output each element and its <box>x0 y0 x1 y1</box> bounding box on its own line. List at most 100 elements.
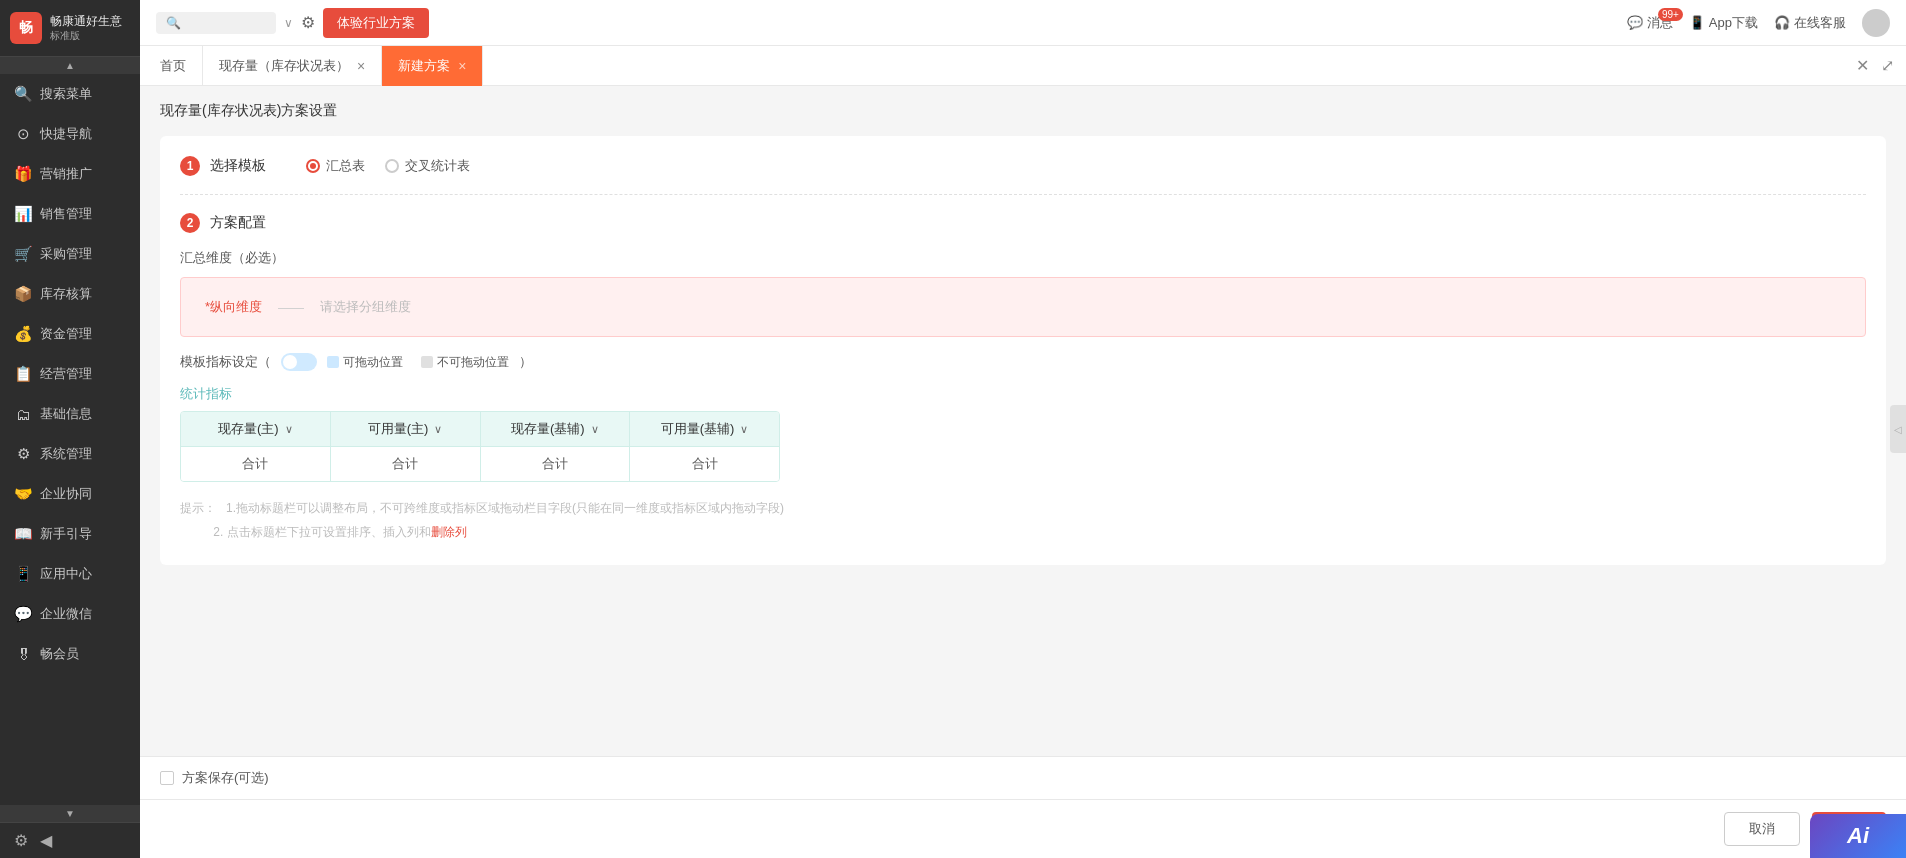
tab-new-scheme[interactable]: 新建方案 × <box>382 46 483 86</box>
tab-new-scheme-label: 新建方案 <box>398 57 450 75</box>
tips-section: 提示： 1.拖动标题栏可以调整布局，不可跨维度或指标区域拖动栏目字段(只能在同一… <box>180 498 1866 543</box>
save-option-row: 方案保存(可选) <box>140 756 1906 799</box>
sidebar-item-newbie[interactable]: 📖 新手引导 <box>0 514 140 554</box>
main-area: 🔍 ∨ ⚙ 体验行业方案 💬 消息 99+ 📱 App下载 🎧 在线客服 <box>140 0 1906 858</box>
newbie-icon: 📖 <box>14 525 32 543</box>
member-icon: 🎖 <box>14 645 32 663</box>
draggable-toggle[interactable] <box>281 353 317 371</box>
dimension-selector[interactable]: *纵向维度 —— 请选择分组维度 <box>180 277 1866 337</box>
messages-button[interactable]: 💬 消息 99+ <box>1627 14 1673 32</box>
right-panel-handle[interactable]: ◁ <box>1890 405 1906 453</box>
collapse-icon[interactable]: ◀ <box>40 831 52 850</box>
col-cell-1: 合计 <box>331 447 481 481</box>
sidebar-label-corp: 企业协同 <box>40 485 92 503</box>
col-header-label-2: 现存量(基辅) <box>511 420 585 438</box>
col-header-0[interactable]: 现存量(主) ∨ <box>181 412 331 446</box>
expand-icon[interactable]: ⤢ <box>1881 56 1894 75</box>
online-service-button[interactable]: 🎧 在线客服 <box>1774 14 1846 32</box>
logo-icon: 畅 <box>10 12 42 44</box>
radio-cross[interactable]: 交叉统计表 <box>385 157 470 175</box>
user-avatar[interactable] <box>1862 9 1890 37</box>
sidebar-label-purchase: 采购管理 <box>40 245 92 263</box>
shortcut-icon: ⊙ <box>14 125 32 143</box>
dropdown-chevron-icon[interactable]: ∨ <box>284 16 293 30</box>
sidebar-scroll-up[interactable]: ▲ <box>0 57 140 74</box>
sidebar-label-inventory: 库存核算 <box>40 285 92 303</box>
sidebar-item-finance[interactable]: 💰 资金管理 <box>0 314 140 354</box>
page-title: 现存量(库存状况表)方案设置 <box>160 102 1886 120</box>
trial-button[interactable]: 体验行业方案 <box>323 8 429 38</box>
sidebar-item-shortcut[interactable]: ⊙ 快捷导航 <box>0 114 140 154</box>
sidebar-label-search: 搜索菜单 <box>40 85 92 103</box>
save-checkbox[interactable] <box>160 771 174 785</box>
tab-inventory[interactable]: 现存量（库存状况表） × <box>203 46 382 86</box>
tab-new-scheme-close-icon[interactable]: × <box>458 58 466 74</box>
close-window-icon[interactable]: ✕ <box>1856 56 1869 75</box>
window-controls: ✕ ⤢ <box>1856 56 1906 75</box>
tab-home[interactable]: 首页 <box>140 46 203 86</box>
sidebar-scroll-down[interactable]: ▼ <box>0 805 140 822</box>
sidebar-item-apps[interactable]: 📱 应用中心 <box>0 554 140 594</box>
top-search-box[interactable]: 🔍 <box>156 12 276 34</box>
cancel-button[interactable]: 取消 <box>1724 812 1800 846</box>
template-radio-group: 汇总表 交叉统计表 <box>306 157 470 175</box>
footer-bar: 取消 查询 <box>140 799 1906 858</box>
app-name: 畅康通好生意 <box>50 13 122 30</box>
stats-label: 统计指标 <box>180 385 1866 403</box>
finance-icon: 💰 <box>14 325 32 343</box>
sidebar-item-inventory[interactable]: 📦 库存核算 <box>0 274 140 314</box>
col-header-2[interactable]: 现存量(基辅) ∨ <box>481 412 631 446</box>
sidebar-label-shortcut: 快捷导航 <box>40 125 92 143</box>
radio-summary-label: 汇总表 <box>326 157 365 175</box>
step1-title: 选择模板 <box>210 157 266 175</box>
sidebar-label-member: 畅会员 <box>40 645 79 663</box>
sidebar-item-basic-info[interactable]: 🗂 基础信息 <box>0 394 140 434</box>
stats-table-body: 合计 合计 合计 合计 <box>181 446 779 481</box>
sidebar-item-purchase[interactable]: 🛒 采购管理 <box>0 234 140 274</box>
wechat-icon: 💬 <box>14 605 32 623</box>
sidebar-item-sales[interactable]: 📊 销售管理 <box>0 194 140 234</box>
dimension-placeholder: 请选择分组维度 <box>320 298 411 316</box>
sidebar-item-wechat[interactable]: 💬 企业微信 <box>0 594 140 634</box>
ai-badge[interactable]: Ai <box>1810 814 1906 858</box>
col-chevron-2[interactable]: ∨ <box>591 423 599 436</box>
col-chevron-1[interactable]: ∨ <box>434 423 442 436</box>
tab-home-label: 首页 <box>160 57 186 75</box>
legend-draggable-label: 可拖动位置 <box>327 354 403 371</box>
tip-1: 提示： 1.拖动标题栏可以调整布局，不可跨维度或指标区域拖动栏目字段(只能在同一… <box>180 498 1866 520</box>
sidebar-item-operations[interactable]: 📋 经营管理 <box>0 354 140 394</box>
fixed-text: 不可拖动位置 <box>437 354 509 371</box>
radio-cross-circle <box>385 159 399 173</box>
app-download-button[interactable]: 📱 App下载 <box>1689 14 1758 32</box>
col-chevron-3[interactable]: ∨ <box>740 423 748 436</box>
dimension-dash: —— <box>278 300 304 315</box>
app-logo: 畅 畅康通好生意 标准版 <box>0 0 140 57</box>
system-icon: ⚙ <box>14 445 32 463</box>
col-chevron-0[interactable]: ∨ <box>285 423 293 436</box>
tab-inventory-close-icon[interactable]: × <box>357 58 365 74</box>
radio-summary[interactable]: 汇总表 <box>306 157 365 175</box>
app-download-label: App下载 <box>1709 14 1758 32</box>
sidebar-label-system: 系统管理 <box>40 445 92 463</box>
operations-icon: 📋 <box>14 365 32 383</box>
sidebar-item-corp[interactable]: 🤝 企业协同 <box>0 474 140 514</box>
search-icon: 🔍 <box>166 16 181 30</box>
sidebar-item-search[interactable]: 🔍 搜索菜单 <box>0 74 140 114</box>
fixed-dot <box>421 356 433 368</box>
message-badge: 99+ <box>1658 8 1683 21</box>
basic-info-icon: 🗂 <box>14 405 32 423</box>
sidebar-item-system[interactable]: ⚙ 系统管理 <box>0 434 140 474</box>
sidebar-label-apps: 应用中心 <box>40 565 92 583</box>
tab-bar: 首页 现存量（库存状况表） × 新建方案 × ✕ ⤢ <box>140 46 1906 86</box>
settings-icon[interactable]: ⚙ <box>14 831 28 850</box>
gear-icon[interactable]: ⚙ <box>301 13 315 32</box>
sidebar-item-member[interactable]: 🎖 畅会员 <box>0 634 140 674</box>
col-header-3[interactable]: 可用量(基辅) ∨ <box>630 412 779 446</box>
col-header-1[interactable]: 可用量(主) ∨ <box>331 412 481 446</box>
sidebar-item-marketing[interactable]: 🎁 营销推广 <box>0 154 140 194</box>
dimension-section-label: 汇总维度（必选） <box>180 249 1866 267</box>
indicator-settings-label: 模板指标设定（ <box>180 353 271 371</box>
draggable-text: 可拖动位置 <box>343 354 403 371</box>
sidebar-label-basic-info: 基础信息 <box>40 405 92 423</box>
search-nav-icon: 🔍 <box>14 85 32 103</box>
